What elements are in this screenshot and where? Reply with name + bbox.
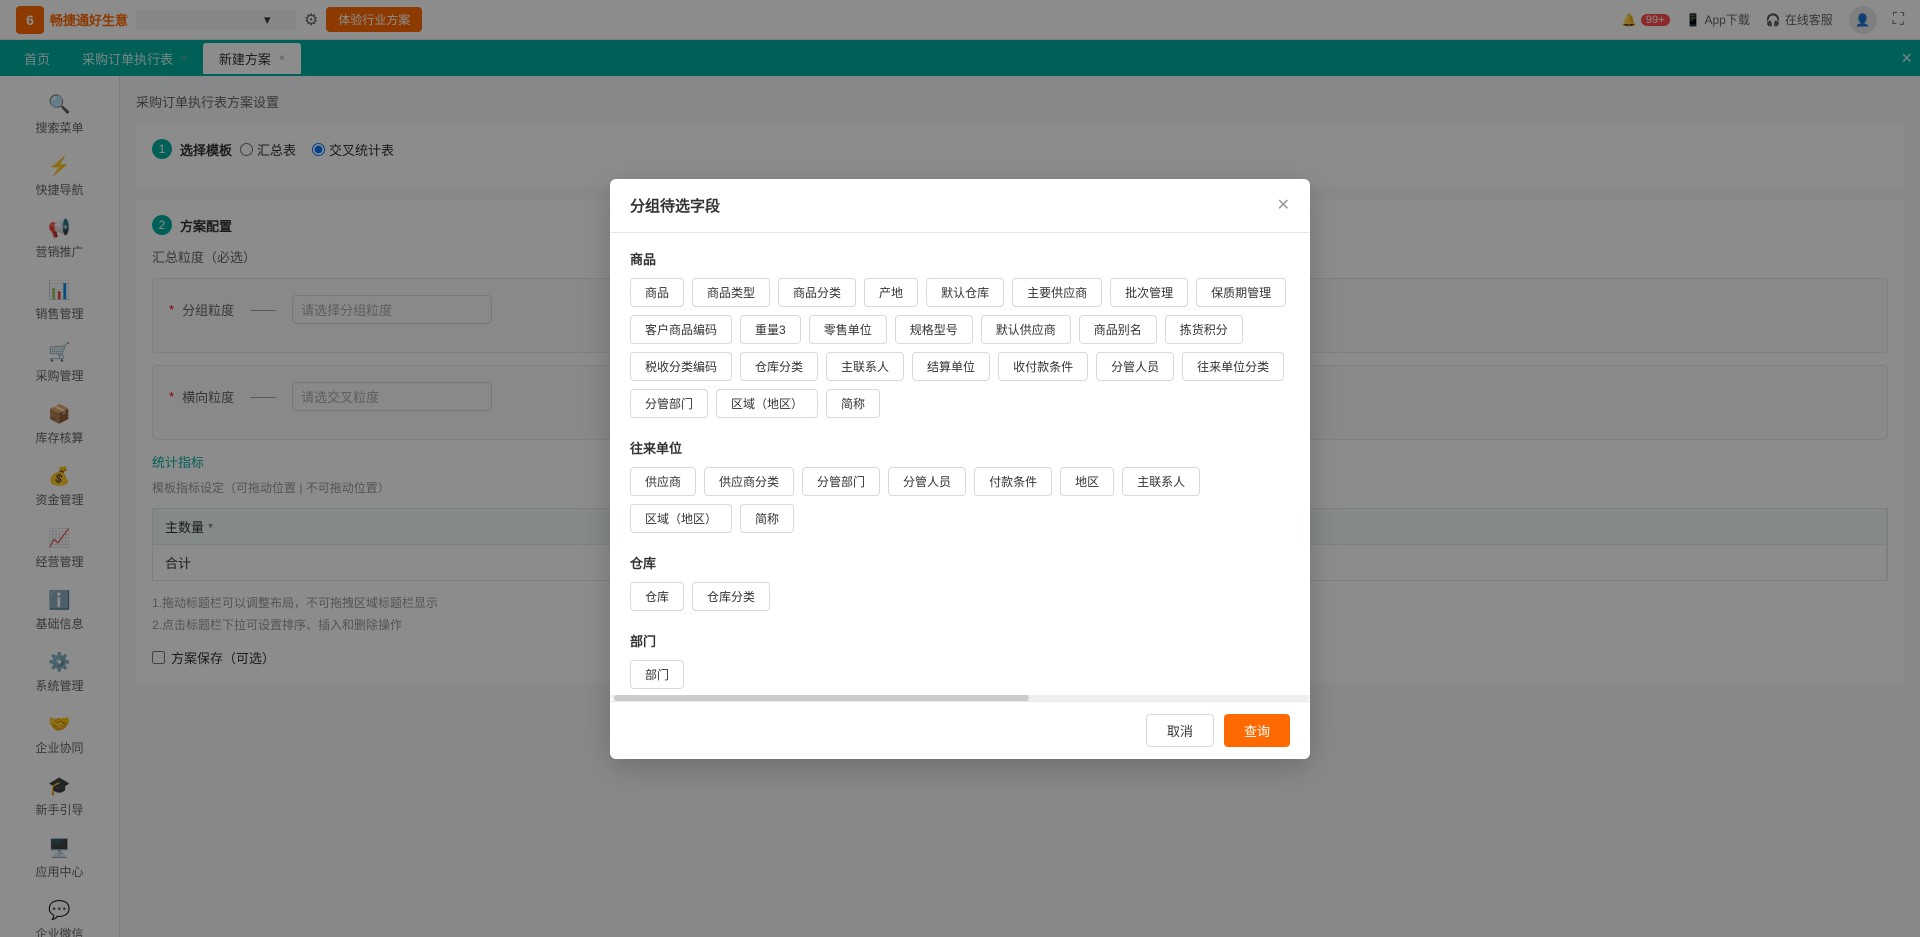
- tag-party-person[interactable]: 分管人员: [888, 467, 966, 496]
- tag-weight3[interactable]: 重量3: [740, 315, 801, 344]
- group-dept: 部门 部门: [630, 631, 1290, 689]
- tag-default-supplier[interactable]: 默认供应商: [981, 315, 1071, 344]
- tag-origin[interactable]: 产地: [864, 278, 918, 307]
- modal-confirm-btn[interactable]: 查询: [1224, 714, 1290, 747]
- group-product: 商品 商品 商品类型 商品分类 产地 默认仓库 主要供应商 批次管理 保质期管理…: [630, 249, 1290, 418]
- group-warehouse-tags: 仓库 仓库分类: [630, 582, 1290, 611]
- group-party: 往来单位 供应商 供应商分类 分管部门 分管人员 付款条件 地区 主联系人 区域…: [630, 438, 1290, 533]
- group-product-tags: 商品 商品类型 商品分类 产地 默认仓库 主要供应商 批次管理 保质期管理 客户…: [630, 278, 1290, 418]
- modal-footer: 取消 查询: [610, 701, 1310, 759]
- modal-title: 分组待选字段: [630, 195, 720, 216]
- modal-header: 分组待选字段 ✕: [610, 179, 1310, 233]
- group-party-title: 往来单位: [630, 438, 1290, 457]
- tag-product-category[interactable]: 商品分类: [778, 278, 856, 307]
- tag-shelf-life[interactable]: 保质期管理: [1196, 278, 1286, 307]
- tag-party-category[interactable]: 往来单位分类: [1182, 352, 1284, 381]
- group-dept-tags: 部门: [630, 660, 1290, 689]
- tag-main-supplier[interactable]: 主要供应商: [1012, 278, 1102, 307]
- tag-supplier-category[interactable]: 供应商分类: [704, 467, 794, 496]
- tag-warehouse-class[interactable]: 仓库分类: [692, 582, 770, 611]
- tag-area-region[interactable]: 区域（地区）: [630, 504, 732, 533]
- tag-payment-condition[interactable]: 付款条件: [974, 467, 1052, 496]
- group-dept-title: 部门: [630, 631, 1290, 650]
- group-party-tags: 供应商 供应商分类 分管部门 分管人员 付款条件 地区 主联系人 区域（地区） …: [630, 467, 1290, 533]
- tag-short-name-party[interactable]: 简称: [740, 504, 794, 533]
- tag-tax-code[interactable]: 税收分类编码: [630, 352, 732, 381]
- tag-party-dept[interactable]: 分管部门: [802, 467, 880, 496]
- field-select-modal: 分组待选字段 ✕ 商品 商品 商品类型 商品分类 产地 默认仓库 主要供应商 批…: [610, 179, 1310, 759]
- tag-main-contact[interactable]: 主联系人: [826, 352, 904, 381]
- modal-overlay: 分组待选字段 ✕ 商品 商品 商品类型 商品分类 产地 默认仓库 主要供应商 批…: [0, 0, 1920, 937]
- group-warehouse-title: 仓库: [630, 553, 1290, 572]
- tag-region-product[interactable]: 区域（地区）: [716, 389, 818, 418]
- tag-product[interactable]: 商品: [630, 278, 684, 307]
- tag-product-type[interactable]: 商品类型: [692, 278, 770, 307]
- tag-spec-model[interactable]: 规格型号: [895, 315, 973, 344]
- tag-region-party[interactable]: 地区: [1060, 467, 1114, 496]
- group-product-title: 商品: [630, 249, 1290, 268]
- group-warehouse: 仓库 仓库 仓库分类: [630, 553, 1290, 611]
- modal-body: 商品 商品 商品类型 商品分类 产地 默认仓库 主要供应商 批次管理 保质期管理…: [610, 233, 1310, 695]
- tag-supplier[interactable]: 供应商: [630, 467, 696, 496]
- tag-main-contact-party[interactable]: 主联系人: [1122, 467, 1200, 496]
- tag-retail-unit[interactable]: 零售单位: [809, 315, 887, 344]
- tag-settlement-unit[interactable]: 结算单位: [912, 352, 990, 381]
- tag-batch-mgmt[interactable]: 批次管理: [1110, 278, 1188, 307]
- modal-close-btn[interactable]: ✕: [1277, 195, 1290, 215]
- tag-warehouse[interactable]: 仓库: [630, 582, 684, 611]
- tag-short-name-product[interactable]: 简称: [826, 389, 880, 418]
- tag-mgmt-dept[interactable]: 分管部门: [630, 389, 708, 418]
- tag-product-alias[interactable]: 商品别名: [1079, 315, 1157, 344]
- tag-warehouse-category[interactable]: 仓库分类: [740, 352, 818, 381]
- tag-dept[interactable]: 部门: [630, 660, 684, 689]
- tag-mgmt-person[interactable]: 分管人员: [1096, 352, 1174, 381]
- modal-cancel-btn[interactable]: 取消: [1146, 714, 1214, 747]
- tag-payment-terms[interactable]: 收付款条件: [998, 352, 1088, 381]
- tag-default-warehouse[interactable]: 默认仓库: [926, 278, 1004, 307]
- tag-pick-points[interactable]: 拣货积分: [1165, 315, 1243, 344]
- tag-customer-code[interactable]: 客户商品编码: [630, 315, 732, 344]
